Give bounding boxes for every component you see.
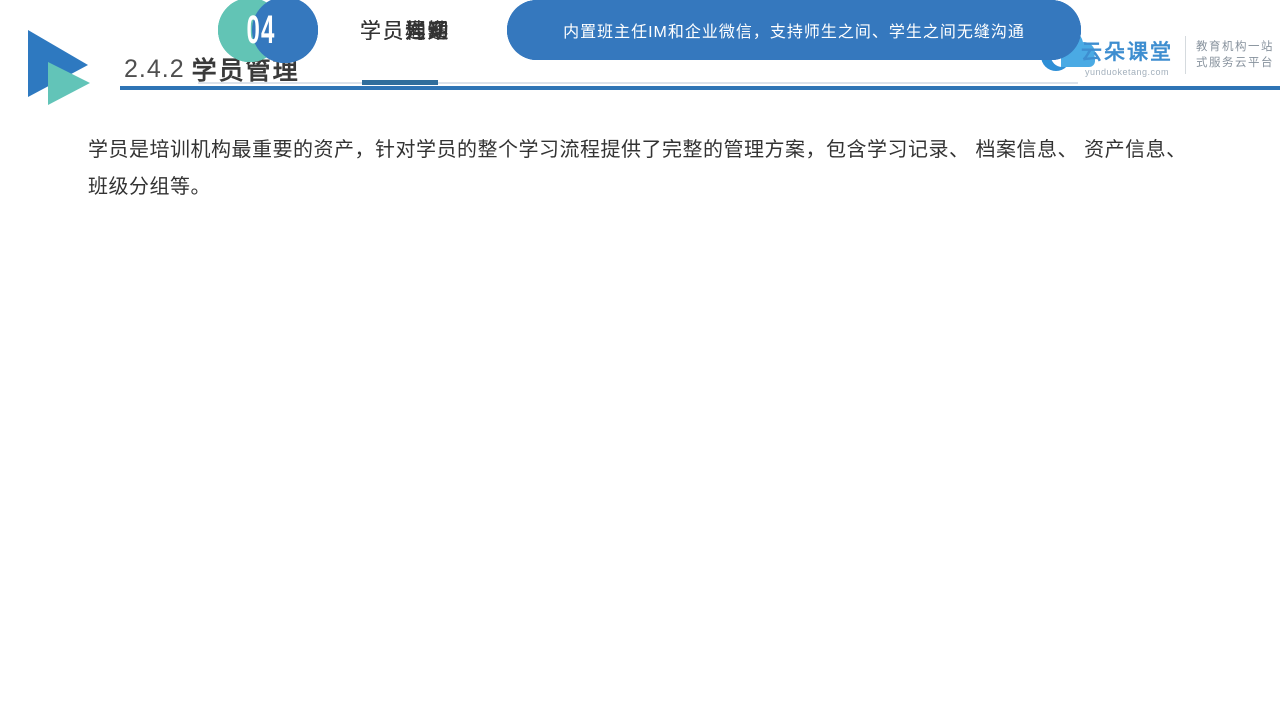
brand-name: 云朵课堂 [1081,36,1173,66]
brand-name-block: 云朵课堂 yunduoketang.com [1081,36,1173,77]
intro-line2: 班级分组等。 [88,169,1218,206]
row-divider [198,80,1078,86]
feature-label: 学员沟通 [360,0,480,60]
slide-page: 2.4.2 学员管理 云朵课堂 yunduoketang.com 教育机构一站 … [0,0,1280,720]
brand-tagline-line2: 式服务云平台 [1196,55,1274,71]
section-number: 2.4.2 [124,55,185,84]
brand-domain: yunduoketang.com [1085,67,1169,77]
feature-row-communication: 04 学员沟通 内置班主任IM和企业微信，支持师生之间、学生之间无缝沟通 [198,0,1078,90]
intro-paragraph: 学员是培训机构最重要的资产，针对学员的整个学习流程提供了完整的管理方案，包含学习… [88,132,1218,206]
brand-divider [1185,36,1186,74]
step-badge: 04 [218,0,318,63]
divider-light-line [198,82,1078,84]
step-number: 04 [235,0,287,63]
brand-tagline-line1: 教育机构一站 [1196,39,1274,55]
label-underline-segment [362,80,438,85]
brand-tagline: 教育机构一站 式服务云平台 [1196,39,1274,71]
feature-description-pill: 内置班主任IM和企业微信，支持师生之间、学生之间无缝沟通 [507,0,1081,60]
play-triangles-logo-icon [0,15,120,115]
intro-line1: 学员是培训机构最重要的资产，针对学员的整个学习流程提供了完整的管理方案，包含学习… [88,132,1218,169]
